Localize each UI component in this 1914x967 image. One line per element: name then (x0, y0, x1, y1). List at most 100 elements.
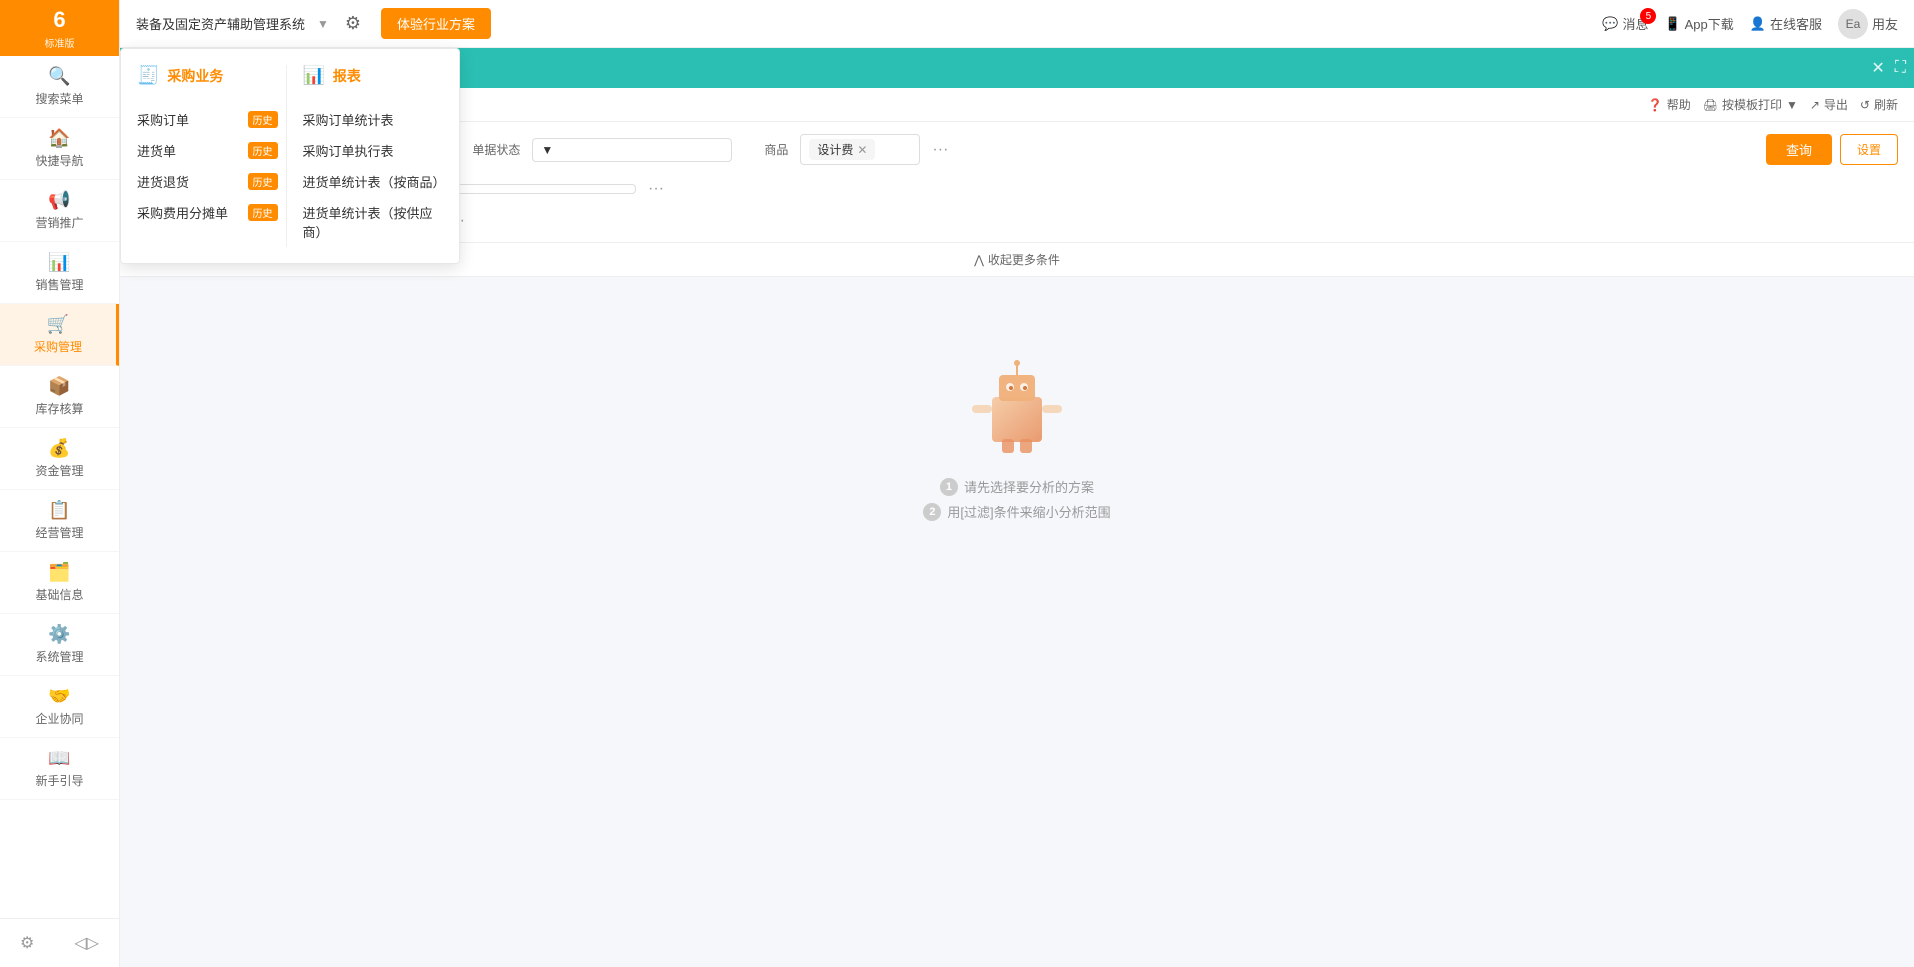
sidebar-label-inventory: 库存核算 (35, 400, 83, 417)
sidebar-label-marketing: 营销推广 (35, 214, 83, 231)
refresh-label: 刷新 (1874, 96, 1898, 113)
cooperation-icon: 🤝 (48, 686, 70, 707)
staff-select[interactable] (436, 184, 636, 194)
help-btn[interactable]: ❓ 帮助 (1648, 96, 1691, 113)
help-icon: ❓ (1648, 98, 1663, 112)
dropdown-report-title: 报表 (333, 66, 361, 86)
sidebar-item-system[interactable]: ⚙️ 系统管理 (0, 614, 119, 676)
report-col-icon: 📊 (303, 65, 325, 86)
sidebar-item-purchase[interactable]: 🛒 采购管理 (0, 304, 119, 366)
export-btn[interactable]: ↗ 导出 (1810, 96, 1848, 113)
report-purchase-stat-label: 采购订单统计表 (303, 110, 394, 129)
status-select[interactable]: ▼ (532, 138, 732, 162)
dropdown-report-inbound-supplier[interactable]: 进货单统计表（按供应商） (303, 197, 444, 247)
sidebar-label-cooperation: 企业协同 (35, 710, 83, 727)
topbar-title: 装备及固定资产辅助管理系统 (136, 14, 305, 33)
export-icon: ↗ (1810, 98, 1820, 112)
avatar: Ea (1838, 9, 1868, 39)
user-item[interactable]: Ea 用友 (1838, 9, 1898, 39)
goods-select[interactable]: 设计费 ✕ (800, 134, 920, 165)
dropdown-report-col: 📊 报表 采购订单统计表 采购订单执行表 进货单统计表（按商品） 进货单统计表（… (286, 65, 444, 247)
sidebar-label-quick-nav: 快捷导航 (35, 152, 83, 169)
goods-label: 商品 (764, 141, 788, 158)
sidebar-item-operation[interactable]: 📋 经营管理 (0, 490, 119, 552)
finance-icon: 💰 (48, 438, 70, 459)
dropdown-expense[interactable]: 采购费用分摊单 历史 (137, 197, 278, 228)
logo-subtitle: 标准版 (45, 35, 75, 50)
service-item[interactable]: 👤 在线客服 (1750, 14, 1822, 33)
goods-tag-close[interactable]: ✕ (857, 143, 867, 157)
main-area: 装备及固定资产辅助管理系统 ▼ ⚙ 体验行业方案 💬 消息 5 📱 App下载 … (120, 0, 1914, 967)
dropdown-cols: 🧾 采购业务 采购订单 历史 进货单 历史 进货退货 历史 (137, 65, 443, 247)
dropdown-report-purchase-exec[interactable]: 采购订单执行表 (303, 135, 444, 166)
message-badge: 5 (1640, 8, 1656, 24)
refresh-icon: ↺ (1860, 98, 1870, 112)
goods-more-dots[interactable]: ··· (932, 141, 948, 159)
service-icon: 👤 (1750, 16, 1766, 32)
filter-actions: 查询 设置 (1766, 134, 1898, 165)
trial-btn[interactable]: 体验行业方案 (381, 8, 491, 39)
print-icon: 🖨 (1703, 98, 1718, 112)
service-label: 在线客服 (1770, 14, 1822, 33)
app-download-item[interactable]: 📱 App下载 (1664, 14, 1733, 33)
message-item[interactable]: 💬 消息 5 (1602, 14, 1648, 33)
empty-hint-1: 1 请先选择要分析的方案 (940, 477, 1094, 496)
sidebar-label-finance: 资金管理 (35, 462, 83, 479)
tab-minimize-icon[interactable]: ✕ (1871, 58, 1884, 78)
hint2-text: 用[过滤]条件来缩小分析范围 (947, 502, 1110, 521)
set-button[interactable]: 设置 (1840, 134, 1898, 165)
sales-icon: 📊 (48, 252, 70, 273)
dropdown-return[interactable]: 进货退货 历史 (137, 166, 278, 197)
sidebar-collapse-btn[interactable]: ◁▷ (70, 929, 103, 957)
help-label: 帮助 (1667, 96, 1691, 113)
empty-hint-2: 2 用[过滤]条件来缩小分析范围 (923, 502, 1110, 521)
marketing-icon: 📢 (48, 190, 70, 211)
purchase-order-label: 采购订单 (137, 110, 189, 129)
dropdown-report-purchase-stat[interactable]: 采购订单统计表 (303, 104, 444, 135)
print-btn[interactable]: 🖨 按模板打印 ▼ (1703, 96, 1798, 113)
sidebar-item-marketing[interactable]: 📢 营销推广 (0, 180, 119, 242)
sidebar-item-guide[interactable]: 📖 新手引导 (0, 738, 119, 800)
dropdown-report-header: 📊 报表 (303, 65, 444, 92)
guide-icon: 📖 (48, 748, 70, 769)
dropdown-report-inbound-goods[interactable]: 进货单统计表（按商品） (303, 166, 444, 197)
sidebar-menu: 🔍 搜索菜单 🏠 快捷导航 📢 营销推广 📊 销售管理 🛒 采购管理 📦 库存核… (0, 56, 119, 918)
expense-label: 采购费用分摊单 (137, 203, 228, 222)
staff-more-dots[interactable]: ··· (648, 180, 664, 198)
sidebar-label-purchase: 采购管理 (34, 338, 82, 355)
sidebar-item-basic[interactable]: 🗂️ 基础信息 (0, 552, 119, 614)
export-label: 导出 (1824, 96, 1848, 113)
status-label: 单据状态 (472, 141, 520, 158)
phone-icon: 📱 (1664, 16, 1680, 32)
sidebar-label-sales: 销售管理 (35, 276, 83, 293)
refresh-btn[interactable]: ↺ 刷新 (1860, 96, 1898, 113)
sidebar-item-search[interactable]: 🔍 搜索菜单 (0, 56, 119, 118)
user-label: 用友 (1872, 14, 1898, 33)
hint1-number: 1 (940, 478, 958, 496)
avatar-text: Ea (1846, 17, 1861, 31)
topbar: 装备及固定资产辅助管理系统 ▼ ⚙ 体验行业方案 💬 消息 5 📱 App下载 … (120, 0, 1914, 48)
sidebar-item-inventory[interactable]: 📦 库存核算 (0, 366, 119, 428)
message-icon: 💬 (1602, 16, 1618, 32)
print-dropdown-icon: ▼ (1786, 98, 1798, 112)
report-inbound-goods-label: 进货单统计表（按商品） (303, 172, 444, 191)
tab-expand-icon[interactable]: ⛶ (1895, 59, 1906, 77)
print-label: 按模板打印 (1722, 96, 1782, 113)
sidebar-settings-btn[interactable]: ⚙ (16, 929, 38, 957)
sidebar: 6 标准版 🔍 搜索菜单 🏠 快捷导航 📢 营销推广 📊 销售管理 🛒 采购管理… (0, 0, 120, 967)
topbar-settings-icon[interactable]: ⚙ (345, 13, 361, 34)
sidebar-item-cooperation[interactable]: 🤝 企业协同 (0, 676, 119, 738)
dropdown-purchase-order[interactable]: 采购订单 历史 (137, 104, 278, 135)
sidebar-item-sales[interactable]: 📊 销售管理 (0, 242, 119, 304)
report-purchase-exec-label: 采购订单执行表 (303, 141, 394, 160)
dropdown-inbound[interactable]: 进货单 历史 (137, 135, 278, 166)
expense-history: 历史 (248, 204, 278, 221)
inventory-icon: 📦 (48, 376, 70, 397)
sidebar-item-finance[interactable]: 💰 资金管理 (0, 428, 119, 490)
topbar-dropdown-icon[interactable]: ▼ (317, 17, 329, 31)
query-button[interactable]: 查询 (1766, 134, 1832, 165)
goods-tag-text: 设计费 (817, 141, 853, 158)
dropdown-purchase-title: 采购业务 (167, 66, 223, 86)
sidebar-item-quick-nav[interactable]: 🏠 快捷导航 (0, 118, 119, 180)
operation-icon: 📋 (48, 500, 70, 521)
